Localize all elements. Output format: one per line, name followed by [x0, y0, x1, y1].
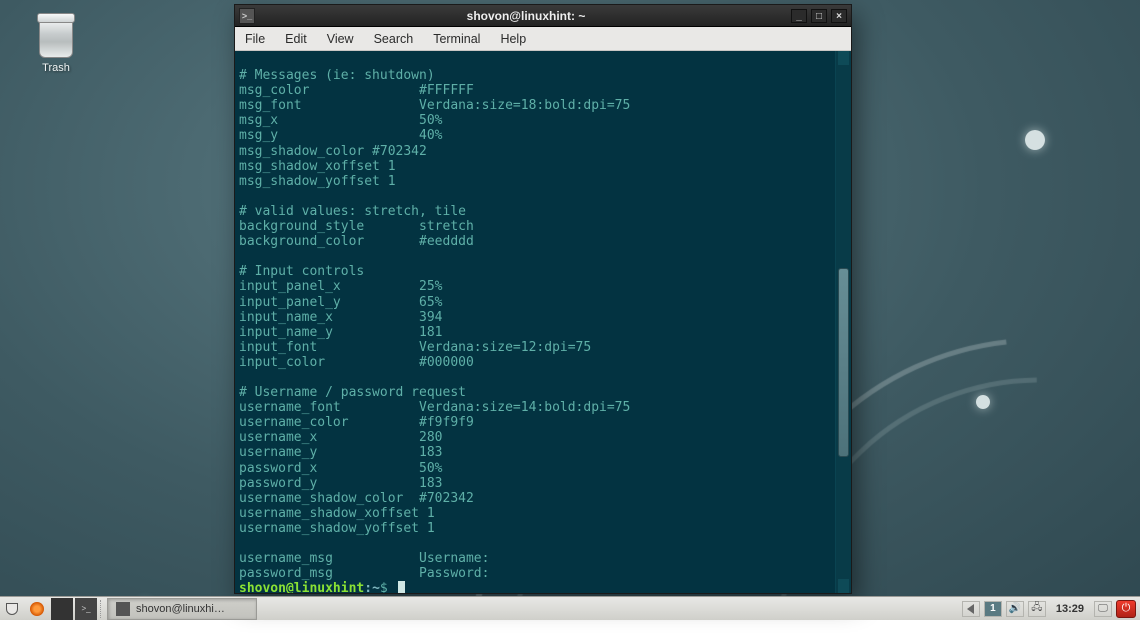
tray-network-icon[interactable]: 🖧	[1028, 601, 1046, 617]
firefox-launcher[interactable]	[25, 598, 49, 620]
start-menu-button[interactable]	[1, 598, 23, 620]
clock[interactable]: 13:29	[1050, 603, 1090, 615]
terminal-launcher[interactable]: >_	[75, 598, 97, 620]
trash-label: Trash	[30, 62, 82, 74]
prompt-sep: :	[364, 581, 372, 593]
cursor	[398, 581, 405, 593]
tray-display-icon[interactable]: 🖵	[1094, 601, 1112, 617]
scroll-thumb[interactable]	[838, 268, 849, 458]
menu-view[interactable]: View	[317, 27, 364, 51]
window-title: shovon@linuxhint: ~	[261, 9, 791, 23]
taskbar-item-terminal[interactable]: shovon@linuxhi…	[107, 598, 257, 620]
terminal-viewport[interactable]: # Messages (ie: shutdown) msg_color #FFF…	[235, 51, 851, 593]
maximize-button[interactable]: □	[811, 9, 827, 23]
prompt-user: shovon@linuxhint	[239, 581, 364, 593]
scrollbar[interactable]	[835, 51, 851, 593]
menu-help[interactable]: Help	[490, 27, 536, 51]
wallpaper-dot	[976, 395, 990, 409]
system-tray[interactable]: 1 🔊 🖧 13:29 🖵 ⏻	[958, 600, 1140, 618]
menu-file[interactable]: File	[235, 27, 275, 51]
menu-search[interactable]: Search	[364, 27, 424, 51]
scroll-up-arrow-icon[interactable]	[838, 51, 849, 65]
separator	[100, 600, 105, 618]
menu-bar[interactable]: File Edit View Search Terminal Help	[235, 27, 851, 51]
task-title: shovon@linuxhi…	[136, 603, 225, 615]
trash-icon[interactable]: Trash	[30, 18, 82, 74]
mouse-icon	[6, 603, 18, 615]
terminal-output: # Messages (ie: shutdown) msg_color #FFF…	[239, 53, 847, 581]
prompt-end: $	[380, 581, 396, 593]
terminal-prompt[interactable]: shovon@linuxhint:~$	[239, 581, 847, 593]
terminal-window[interactable]: shovon@linuxhint: ~ _ □ × File Edit View…	[234, 4, 852, 594]
scroll-down-arrow-icon[interactable]	[838, 579, 849, 593]
taskbar[interactable]: >_ shovon@linuxhi… 1 🔊 🖧 13:29 🖵 ⏻	[0, 596, 1140, 620]
collapse-icon	[967, 604, 974, 614]
titlebar[interactable]: shovon@linuxhint: ~ _ □ ×	[235, 5, 851, 27]
close-button[interactable]: ×	[831, 9, 847, 23]
menu-terminal[interactable]: Terminal	[423, 27, 490, 51]
terminal-icon	[239, 8, 255, 24]
tray-volume-icon[interactable]: 🔊	[1006, 601, 1024, 617]
prompt-path: ~	[372, 581, 380, 593]
desktop[interactable]: Trash shovon@linuxhint: ~ _ □ × File Edi…	[0, 0, 1140, 620]
menu-edit[interactable]: Edit	[275, 27, 317, 51]
trash-can-icon	[39, 18, 73, 58]
power-button[interactable]: ⏻	[1116, 600, 1136, 618]
terminal-icon	[116, 602, 130, 616]
tray-indicator[interactable]	[962, 601, 980, 617]
firefox-icon	[30, 602, 44, 616]
show-desktop-button[interactable]	[51, 598, 73, 620]
wallpaper-dot	[1025, 130, 1045, 150]
minimize-button[interactable]: _	[791, 9, 807, 23]
tray-workspace[interactable]: 1	[984, 601, 1002, 617]
